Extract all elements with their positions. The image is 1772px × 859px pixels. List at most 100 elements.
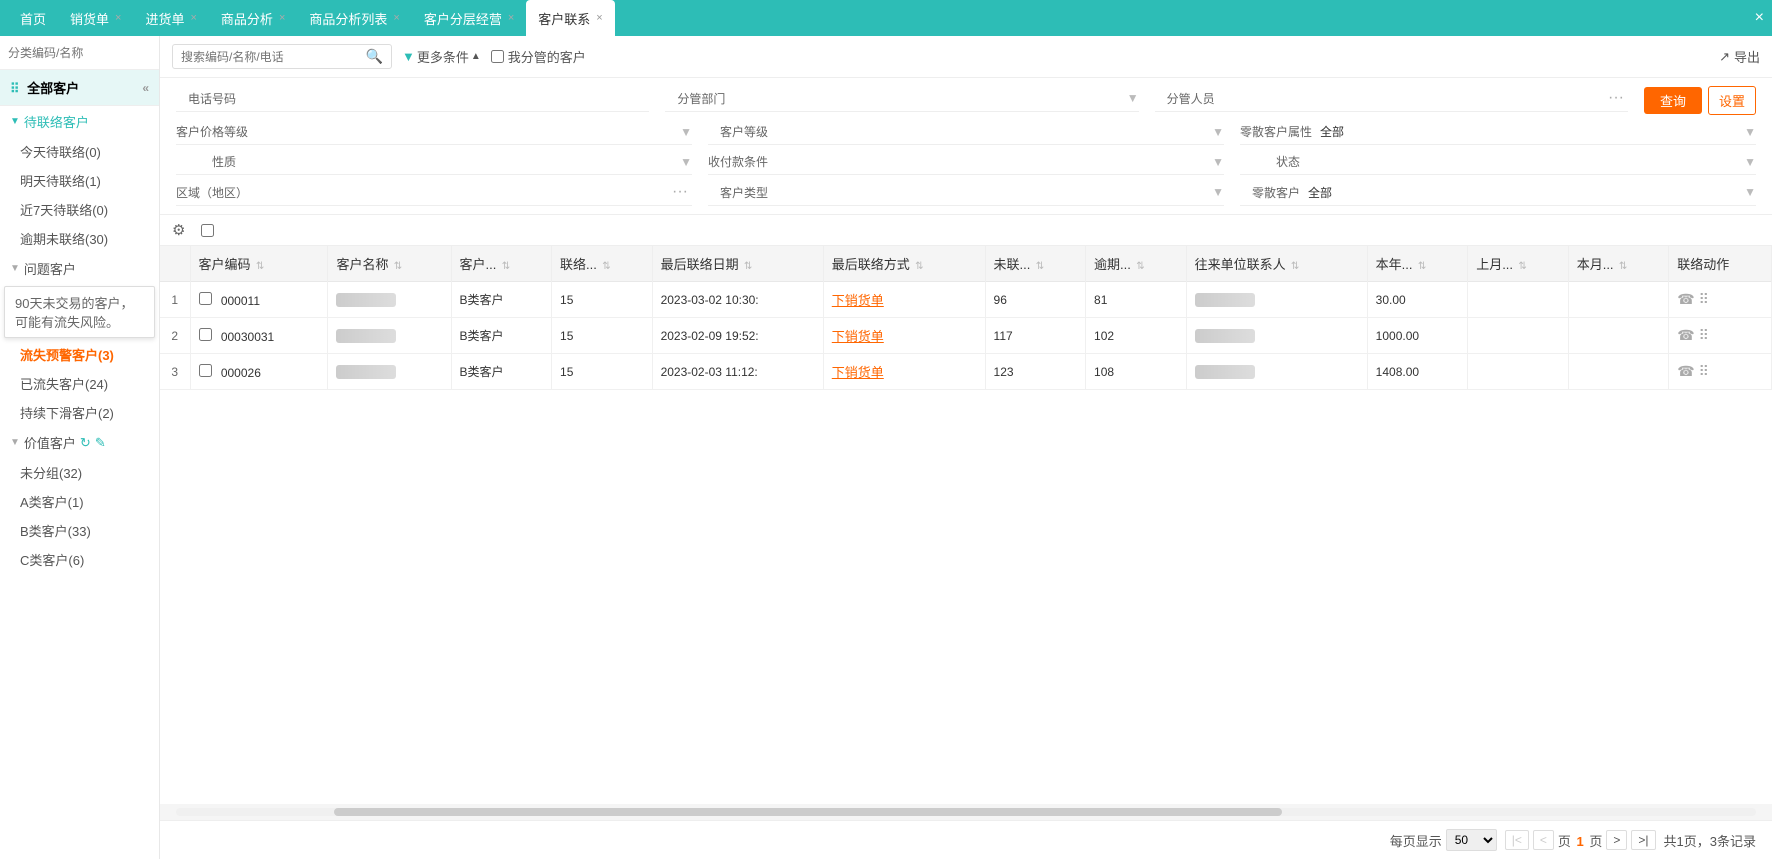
close-icon[interactable]: ×: [115, 12, 121, 24]
cell-no-contact: 123: [985, 354, 1086, 390]
col-name[interactable]: 客户名称 ⇅: [328, 246, 451, 282]
filter-customer-level[interactable]: 客户等级 ▼: [708, 123, 1224, 145]
chevron-down-icon: ▼: [1212, 185, 1224, 199]
sidebar-group-pending[interactable]: ▼ 待联络客户: [0, 106, 159, 137]
more-filter-button[interactable]: ▼ 更多条件 ▲: [402, 47, 481, 66]
sidebar-item-today[interactable]: 今天待联络(0): [0, 137, 159, 166]
cell-contact-person: [1186, 282, 1367, 318]
scrollbar-thumb[interactable]: [334, 808, 1282, 816]
ellipsis-icon[interactable]: ···: [668, 183, 692, 201]
filter-zero-attr[interactable]: 零散客户属性 全部 ▼: [1240, 123, 1756, 145]
row-checkbox[interactable]: [199, 364, 212, 377]
my-customers-checkbox[interactable]: [491, 50, 504, 63]
filter-dept[interactable]: 分管部门 ▼: [665, 90, 1138, 112]
cell-last-date: 2023-02-03 11:12:: [652, 354, 823, 390]
cell-overdue: 81: [1086, 282, 1187, 318]
sidebar-item-class-b[interactable]: B类客户(33): [0, 516, 159, 545]
close-icon[interactable]: ×: [596, 12, 602, 24]
first-page-button[interactable]: |<: [1505, 830, 1529, 850]
contact-action-icon[interactable]: ☎: [1677, 363, 1694, 380]
filter-payment[interactable]: 收付款条件 ▼: [708, 153, 1224, 175]
sidebar-item-class-a[interactable]: A类客户(1): [0, 487, 159, 516]
col-contact-person[interactable]: 往来单位联系人 ⇅: [1186, 246, 1367, 282]
close-window-icon[interactable]: ×: [1755, 9, 1764, 27]
filter-region[interactable]: 区域（地区） ···: [176, 183, 692, 206]
more-action-icon[interactable]: ⠿: [1699, 363, 1709, 380]
tab-product-list[interactable]: 商品分析列表 ×: [297, 0, 411, 36]
col-last-method[interactable]: 最后联络方式 ⇅: [823, 246, 985, 282]
filter-zero-customer[interactable]: 零散客户 全部 ▼: [1240, 184, 1756, 206]
filter-gender[interactable]: 性质 ▼: [176, 153, 692, 175]
col-last-date[interactable]: 最后联络日期 ⇅: [652, 246, 823, 282]
sidebar-item-churn-warning[interactable]: 流失预警客户(3): [0, 340, 159, 369]
arrow-down-icon: ▼: [10, 437, 20, 448]
contact-action-icon[interactable]: ☎: [1677, 291, 1694, 308]
chevron-down-icon: ▼: [1744, 155, 1756, 169]
table-settings-icon[interactable]: ⚙: [172, 221, 185, 239]
cell-contact: 15: [552, 354, 653, 390]
search-icon[interactable]: 🔍: [366, 48, 383, 65]
tab-sales-order[interactable]: 销货单 ×: [58, 0, 133, 36]
ellipsis-icon[interactable]: ···: [1604, 89, 1628, 107]
more-action-icon[interactable]: ⠿: [1699, 327, 1709, 344]
settings-button[interactable]: 设置: [1708, 86, 1756, 115]
select-all-checkbox[interactable]: [201, 224, 214, 237]
search-input[interactable]: [181, 50, 366, 64]
close-icon[interactable]: ×: [508, 12, 514, 24]
sidebar-item-7days[interactable]: 近7天待联络(0): [0, 195, 159, 224]
col-type[interactable]: 客户... ⇅: [451, 246, 552, 282]
next-page-button[interactable]: >: [1606, 830, 1627, 850]
sort-icon: ⇅: [744, 261, 752, 272]
col-this-month[interactable]: 本月... ⇅: [1568, 246, 1669, 282]
col-last-month[interactable]: 上月... ⇅: [1468, 246, 1569, 282]
filter-customer-type[interactable]: 客户类型 ▼: [708, 184, 1224, 206]
col-contact[interactable]: 联络... ⇅: [552, 246, 653, 282]
filter-row-1: 电话号码 分管部门 ▼ 分管人员 ··· 查询 设置: [176, 86, 1756, 115]
filter-price-level[interactable]: 客户价格等级 ▼: [176, 123, 692, 145]
query-button[interactable]: 查询: [1644, 87, 1702, 114]
col-this-year[interactable]: 本年... ⇅: [1367, 246, 1468, 282]
edit-icon[interactable]: ✎: [95, 435, 106, 451]
prev-page-button[interactable]: <: [1533, 830, 1554, 850]
sidebar-item-ungrouped[interactable]: 未分组(32): [0, 458, 159, 487]
more-action-icon[interactable]: ⠿: [1699, 291, 1709, 308]
chevron-down-icon: ▼: [1127, 91, 1139, 105]
sidebar-item-churned[interactable]: 已流失客户(24): [0, 369, 159, 398]
sort-icon: ⇅: [1518, 261, 1526, 272]
filter-status[interactable]: 状态 ▼: [1240, 153, 1756, 175]
tab-customer-contact[interactable]: 客户联系 ×: [526, 0, 614, 36]
last-page-button[interactable]: >|: [1631, 830, 1655, 850]
refresh-icon[interactable]: ↻: [80, 435, 91, 451]
sidebar-item-class-c[interactable]: C类客户(6): [0, 545, 159, 574]
top-tab-bar: 首页 销货单 × 进货单 × 商品分析 × 商品分析列表 × 客户分层经营 × …: [0, 0, 1772, 36]
filter-panel: 电话号码 分管部门 ▼ 分管人员 ··· 查询 设置: [160, 78, 1772, 215]
export-button[interactable]: ↗ 导出: [1719, 47, 1760, 66]
contact-action-icon[interactable]: ☎: [1677, 327, 1694, 344]
phone-input[interactable]: [244, 91, 649, 105]
tab-purchase-order[interactable]: 进货单 ×: [133, 0, 208, 36]
sidebar-item-tomorrow[interactable]: 明天待联络(1): [0, 166, 159, 195]
sidebar-item-overdue[interactable]: 逾期未联络(30): [0, 224, 159, 253]
row-checkbox[interactable]: [199, 292, 212, 305]
sidebar-group-problem[interactable]: ▼ 问题客户: [0, 253, 159, 284]
sidebar-search-input[interactable]: [8, 46, 160, 60]
filter-row-3: 性质 ▼ 收付款条件 ▼ 状态 ▼: [176, 153, 1756, 175]
row-checkbox[interactable]: [199, 328, 212, 341]
close-icon[interactable]: ×: [190, 12, 196, 24]
col-no-contact[interactable]: 未联... ⇅: [985, 246, 1086, 282]
horizontal-scrollbar[interactable]: [176, 808, 1756, 816]
sidebar-group-value[interactable]: ▼ 价值客户 ↻ ✎: [0, 427, 159, 458]
col-code[interactable]: 客户编码 ⇅: [190, 246, 328, 282]
close-icon[interactable]: ×: [393, 12, 399, 24]
filter-person[interactable]: 分管人员 ···: [1155, 89, 1628, 112]
tab-product-analysis[interactable]: 商品分析 ×: [209, 0, 297, 36]
sort-icon: ⇅: [394, 261, 402, 272]
close-icon[interactable]: ×: [279, 12, 285, 24]
col-overdue[interactable]: 逾期... ⇅: [1086, 246, 1187, 282]
sidebar-item-declining[interactable]: 持续下滑客户(2): [0, 398, 159, 427]
page-size-dropdown[interactable]: 50 100 200: [1446, 829, 1497, 851]
sidebar-all-customers[interactable]: ⠿ 全部客户 «: [0, 70, 159, 106]
sort-icon: ⇅: [256, 261, 264, 272]
tab-customer-layering[interactable]: 客户分层经营 ×: [412, 0, 526, 36]
tab-home[interactable]: 首页: [8, 0, 58, 36]
